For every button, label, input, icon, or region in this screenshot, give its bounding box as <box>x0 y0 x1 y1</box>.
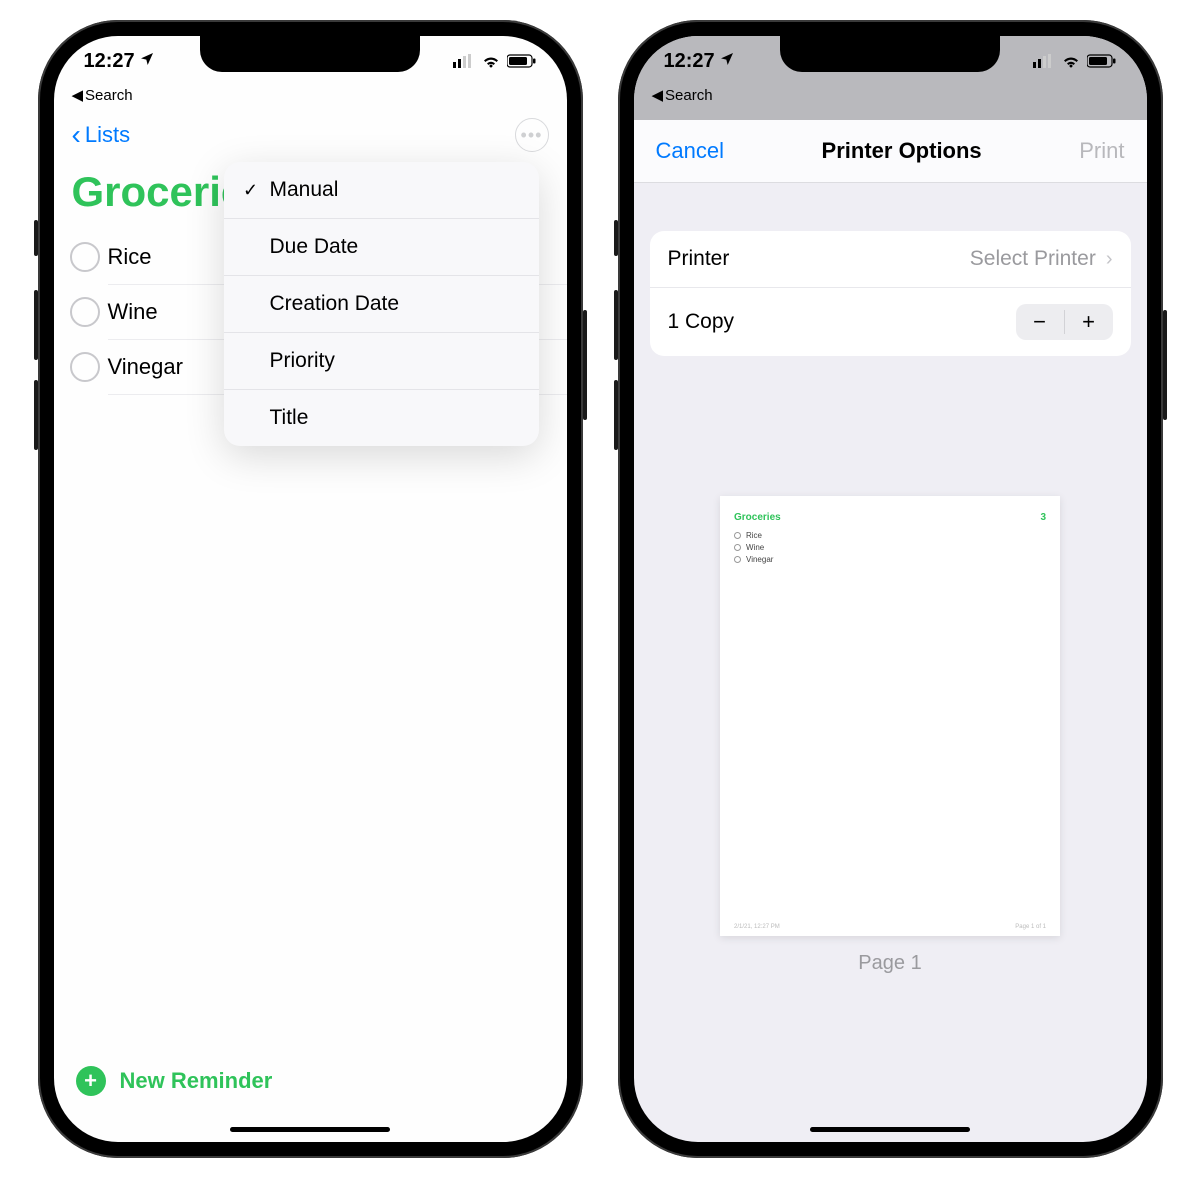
phone-right: 12:27 ◀ Search Cancel Printer Options P <box>618 20 1163 1158</box>
preview-item: Wine <box>734 543 1046 552</box>
screen-print-options: 12:27 ◀ Search Cancel Printer Options P <box>634 36 1147 1142</box>
back-caret-icon: ◀ <box>72 86 84 104</box>
notch <box>200 36 420 72</box>
status-icons <box>1033 54 1117 68</box>
copies-stepper: − + <box>1016 304 1113 340</box>
chevron-right-icon: › <box>1106 248 1113 271</box>
plus-circle-icon: + <box>76 1066 106 1096</box>
notch <box>780 36 1000 72</box>
printer-value: Select Printer <box>970 247 1096 271</box>
print-nav: Cancel Printer Options Print <box>634 120 1147 183</box>
sort-option-manual[interactable]: ✓ Manual <box>224 162 539 219</box>
home-indicator[interactable] <box>810 1127 970 1132</box>
home-indicator[interactable] <box>230 1127 390 1132</box>
status-time: 12:27 <box>84 50 135 73</box>
preview-footer-left: 2/1/21, 12:27 PM <box>734 924 780 930</box>
preview-list-title: Groceries <box>734 512 781 523</box>
sort-option-title[interactable]: Title <box>224 390 539 446</box>
location-icon <box>719 51 735 72</box>
printer-row[interactable]: Printer Select Printer › <box>650 231 1131 288</box>
ellipsis-icon: ••• <box>521 125 543 146</box>
status-icons <box>453 54 537 68</box>
back-caret-icon: ◀ <box>652 86 664 104</box>
sort-option-creation-date[interactable]: Creation Date <box>224 276 539 333</box>
phone-left: 12:27 ◀ Search ‹ Lists ••• Gro <box>38 20 583 1158</box>
back-to-search[interactable]: ◀ Search <box>54 86 567 110</box>
cancel-button[interactable]: Cancel <box>656 138 724 164</box>
screen-reminders: 12:27 ◀ Search ‹ Lists ••• Gro <box>54 36 567 1142</box>
new-reminder-button[interactable]: + New Reminder <box>54 1050 567 1112</box>
print-settings-group: Printer Select Printer › 1 Copy − + <box>650 231 1131 356</box>
preview-footer-right: Page 1 of 1 <box>1015 924 1046 930</box>
checkmark-icon: ✓ <box>242 180 260 201</box>
print-button[interactable]: Print <box>1079 138 1124 164</box>
page-indicator: Page 1 <box>634 952 1147 975</box>
more-button[interactable]: ••• <box>515 118 549 152</box>
print-preview-page[interactable]: Groceries 3 Rice Wine Vinegar 2/1/21, 12… <box>720 496 1060 936</box>
copies-row: 1 Copy − + <box>650 288 1131 356</box>
sort-option-priority[interactable]: Priority <box>224 333 539 390</box>
location-icon <box>139 51 155 72</box>
preview-count: 3 <box>1040 512 1046 523</box>
back-to-search[interactable]: ◀ Search <box>634 86 1147 112</box>
stepper-minus-button[interactable]: − <box>1016 304 1064 340</box>
nav-back-lists[interactable]: ‹ Lists <box>72 121 131 149</box>
preview-item: Rice <box>734 531 1046 540</box>
preview-item: Vinegar <box>734 555 1046 564</box>
sort-menu: ✓ Manual Due Date Creation Date Priority… <box>224 162 539 446</box>
chevron-left-icon: ‹ <box>72 121 81 149</box>
stepper-plus-button[interactable]: + <box>1065 304 1113 340</box>
print-options-title: Printer Options <box>822 138 982 164</box>
nav-bar: ‹ Lists ••• <box>54 110 567 162</box>
sort-option-due-date[interactable]: Due Date <box>224 219 539 276</box>
status-time: 12:27 <box>664 50 715 73</box>
wifi-icon <box>481 54 501 68</box>
battery-icon <box>507 54 537 68</box>
